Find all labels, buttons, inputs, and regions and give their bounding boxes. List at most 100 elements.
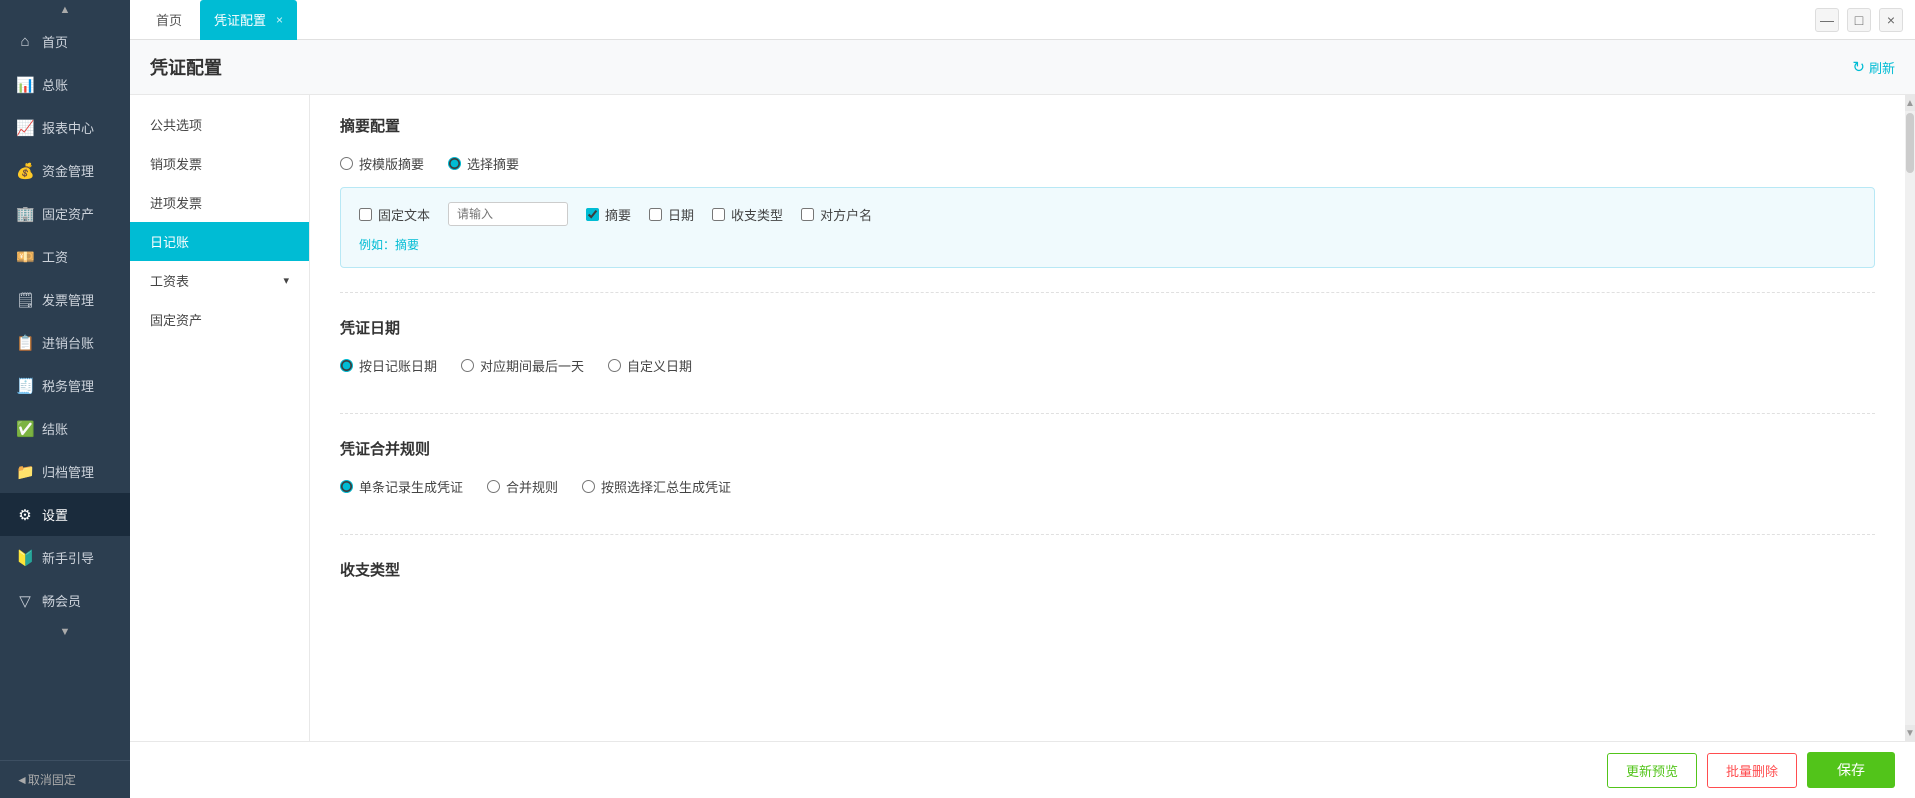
radio-journal-date-input[interactable] (340, 359, 353, 372)
nav-item-public[interactable]: 公共选项 (130, 105, 309, 144)
radio-custom-date[interactable]: 自定义日期 (608, 356, 692, 375)
sidebar-item-general-ledger[interactable]: 📊 总账 (0, 63, 130, 106)
sidebar-item-label: 总账 (42, 75, 68, 94)
tab-home[interactable]: 首页 (142, 0, 196, 40)
radio-last-day-label: 对应期间最后一天 (480, 356, 584, 375)
sidebar-item-label: 固定资产 (42, 204, 94, 223)
sidebar-item-membership[interactable]: ▽ 畅会员 (0, 579, 130, 622)
checkbox-fixed-text[interactable]: 固定文本 (359, 205, 430, 224)
tab-bar: 首页 凭证配置 × — □ × (130, 0, 1915, 40)
nav-payroll-label: 工资表 (150, 271, 189, 290)
checkbox-summary-input[interactable] (586, 208, 599, 221)
nav-item-payroll[interactable]: 工资表 ▾ (130, 261, 309, 300)
radio-single-input[interactable] (340, 480, 353, 493)
nav-fixed-assets-label: 固定资产 (150, 310, 202, 329)
checkbox-summary-label: 摘要 (605, 205, 631, 224)
sidebar-item-label: 设置 (42, 505, 68, 524)
scroll-track: ▲ ▼ (1905, 95, 1915, 741)
fixed-text-input[interactable] (448, 202, 568, 226)
sidebar-item-label: 新手引导 (42, 548, 94, 567)
sidebar-item-report-center[interactable]: 📈 报表中心 (0, 106, 130, 149)
checkbox-type-input[interactable] (712, 208, 725, 221)
close-tab-icon[interactable]: × (276, 13, 283, 27)
sidebar-item-fixed-assets[interactable]: 🏢 固定资产 (0, 192, 130, 235)
sidebar-unpin-button[interactable]: ◄取消固定 (0, 760, 130, 798)
sidebar-item-purchase-sales[interactable]: 📋 进销台账 (0, 321, 130, 364)
nav-item-sales-invoice[interactable]: 销项发票 (130, 144, 309, 183)
sidebar-item-archive[interactable]: 📁 归档管理 (0, 450, 130, 493)
sidebar-item-label: 税务管理 (42, 376, 94, 395)
purchase-sales-icon: 📋 (16, 334, 34, 352)
sidebar-item-fund-management[interactable]: 💰 资金管理 (0, 149, 130, 192)
checkbox-type-label: 收支类型 (731, 205, 783, 224)
page-title: 凭证配置 (150, 54, 222, 80)
radio-select-input[interactable] (448, 157, 461, 170)
radio-template-input[interactable] (340, 157, 353, 170)
checkbox-counterparty[interactable]: 对方户名 (801, 205, 872, 224)
voucher-date-radio-row: 按日记账日期 对应期间最后一天 自定义日期 (340, 356, 1875, 375)
sidebar-item-tax[interactable]: 🧾 税务管理 (0, 364, 130, 407)
sidebar-item-guide[interactable]: 🔰 新手引导 (0, 536, 130, 579)
nav-item-journal[interactable]: 日记账 (130, 222, 309, 261)
sidebar-item-label: 进销台账 (42, 333, 94, 352)
radio-aggregate-input[interactable] (582, 480, 595, 493)
summary-config-box: 固定文本 摘要 日期 (340, 187, 1875, 268)
update-preview-button[interactable]: 更新预览 (1607, 753, 1697, 788)
radio-select-label: 选择摘要 (467, 154, 519, 173)
sidebar-scroll-down[interactable]: ▼ (0, 622, 130, 642)
merge-rules-radio-row: 单条记录生成凭证 合并规则 按照选择汇总生成凭证 (340, 477, 1875, 496)
radio-merge-input[interactable] (487, 480, 500, 493)
radio-journal-date[interactable]: 按日记账日期 (340, 356, 437, 375)
radio-merge-rule[interactable]: 合并规则 (487, 477, 558, 496)
close-button[interactable]: × (1879, 8, 1903, 32)
sidebar-item-checkout[interactable]: ✅ 结账 (0, 407, 130, 450)
radio-merge-label: 合并规则 (506, 477, 558, 496)
sidebar-scroll-up[interactable]: ▲ (0, 0, 130, 20)
radio-template-summary[interactable]: 按模版摘要 (340, 154, 424, 173)
batch-delete-button[interactable]: 批量删除 (1707, 753, 1797, 788)
radio-single-label: 单条记录生成凭证 (359, 477, 463, 496)
radio-last-day[interactable]: 对应期间最后一天 (461, 356, 584, 375)
sidebar-item-label: 归档管理 (42, 462, 94, 481)
radio-aggregate-label: 按照选择汇总生成凭证 (601, 477, 731, 496)
sidebar-item-invoice[interactable]: 🗒 发票管理 (0, 278, 130, 321)
home-icon: ⌂ (16, 33, 34, 50)
summary-example: 例如：摘要 (359, 236, 1856, 253)
checkbox-date-label: 日期 (668, 205, 694, 224)
radio-custom-date-input[interactable] (608, 359, 621, 372)
tab-voucher-config[interactable]: 凭证配置 × (200, 0, 297, 40)
checkbox-fixed-input[interactable] (359, 208, 372, 221)
radio-select-summary[interactable]: 选择摘要 (448, 154, 519, 173)
save-button[interactable]: 保存 (1807, 752, 1895, 788)
checkout-icon: ✅ (16, 420, 34, 438)
checkbox-type[interactable]: 收支类型 (712, 205, 783, 224)
scroll-up-arrow[interactable]: ▲ (1905, 95, 1915, 111)
section-summary-config: 摘要配置 按模版摘要 选择摘要 (340, 115, 1875, 293)
checkbox-counterparty-label: 对方户名 (820, 205, 872, 224)
checkbox-date-input[interactable] (649, 208, 662, 221)
sidebar-item-label: 畅会员 (42, 591, 81, 610)
page-content: 凭证配置 ↻ 刷新 公共选项 销项发票 进项发票 日记账 (130, 40, 1915, 798)
scroll-thumb[interactable] (1906, 113, 1914, 173)
sidebar-item-salary[interactable]: 💴 工资 (0, 235, 130, 278)
checkbox-date[interactable]: 日期 (649, 205, 694, 224)
nav-item-fixed-assets[interactable]: 固定资产 (130, 300, 309, 339)
section-merge-rules: 凭证合并规则 单条记录生成凭证 合并规则 按照选择汇总生成凭证 (340, 438, 1875, 535)
sidebar-item-settings[interactable]: ⚙ 设置 (0, 493, 130, 536)
scroll-down-arrow[interactable]: ▼ (1905, 725, 1915, 741)
archive-icon: 📁 (16, 463, 34, 481)
checkbox-summary[interactable]: 摘要 (586, 205, 631, 224)
checkbox-counterparty-input[interactable] (801, 208, 814, 221)
nav-public-label: 公共选项 (150, 115, 202, 134)
radio-aggregate[interactable]: 按照选择汇总生成凭证 (582, 477, 731, 496)
maximize-button[interactable]: □ (1847, 8, 1871, 32)
refresh-button[interactable]: ↻ 刷新 (1852, 58, 1895, 77)
summary-config-title: 摘要配置 (340, 115, 1875, 136)
nav-journal-label: 日记账 (150, 232, 189, 251)
sidebar-item-home[interactable]: ⌂ 首页 (0, 20, 130, 63)
radio-single-record[interactable]: 单条记录生成凭证 (340, 477, 463, 496)
tax-icon: 🧾 (16, 377, 34, 395)
radio-last-day-input[interactable] (461, 359, 474, 372)
nav-item-purchase-invoice[interactable]: 进项发票 (130, 183, 309, 222)
minimize-button[interactable]: — (1815, 8, 1839, 32)
